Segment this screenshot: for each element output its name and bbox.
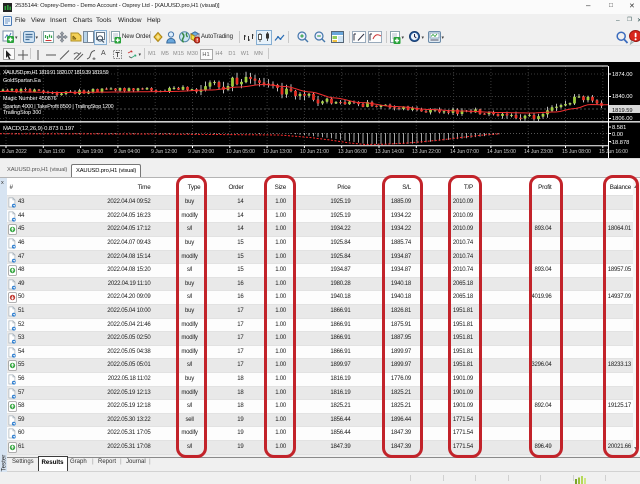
svg-text:13 Jun 14:00: 13 Jun 14:00 [375,149,404,155]
svg-text:MACD(12,26,9) 0.873 0.197: MACD(12,26,9) 0.873 0.197 [3,126,74,132]
svg-text:8 Jun 2022: 8 Jun 2022 [2,149,27,155]
svg-text:TrailingStop 300: TrailingStop 300 [3,110,41,116]
svg-text:14 Jun 07:00: 14 Jun 07:00 [450,149,479,155]
svg-text:Magic Number 450876: Magic Number 450876 [3,96,57,102]
svg-text:9 Jun 12:00: 9 Jun 12:00 [151,149,177,155]
svg-text:1819.59: 1819.59 [612,108,633,114]
svg-text:1874.00: 1874.00 [612,72,633,78]
svg-text:10 Jun 21:00: 10 Jun 21:00 [300,149,329,155]
svg-text:13 Jun 06:00: 13 Jun 06:00 [338,149,367,155]
svg-text:9 Jun 20:00: 9 Jun 20:00 [188,149,214,155]
svg-text:14 Jun 23:00: 14 Jun 23:00 [524,149,553,155]
svg-text:0.00: 0.00 [612,132,623,138]
svg-text:8 Jun 19:00: 8 Jun 19:00 [77,149,103,155]
svg-text:13 Jun 22:00: 13 Jun 22:00 [412,149,441,155]
svg-text:Tester: Tester [0,455,7,472]
svg-text:8.581: 8.581 [612,125,626,131]
svg-text:15 Jun 16:00: 15 Jun 16:00 [599,149,628,155]
svg-text:-18.878: -18.878 [610,140,629,146]
svg-text:1806.00: 1806.00 [612,116,633,122]
svg-text:GoldSpartan.Ea: GoldSpartan.Ea [3,78,41,84]
svg-text:8 Jun 11:00: 8 Jun 11:00 [39,149,65,155]
svg-text:XAUUSD.pro,H1 1819.91 1820.07: XAUUSD.pro,H1 1819.91 1820.07 1819.39 18… [3,70,109,76]
svg-text:1840.00: 1840.00 [612,94,633,100]
svg-text:14 Jun 15:00: 14 Jun 15:00 [487,149,516,155]
svg-text:10 Jun 05:00: 10 Jun 05:00 [226,149,255,155]
svg-text:10 Jun 13:00: 10 Jun 13:00 [263,149,292,155]
svg-text:9 Jun 04:00: 9 Jun 04:00 [114,149,140,155]
svg-text:15 Jun 08:00: 15 Jun 08:00 [562,149,591,155]
